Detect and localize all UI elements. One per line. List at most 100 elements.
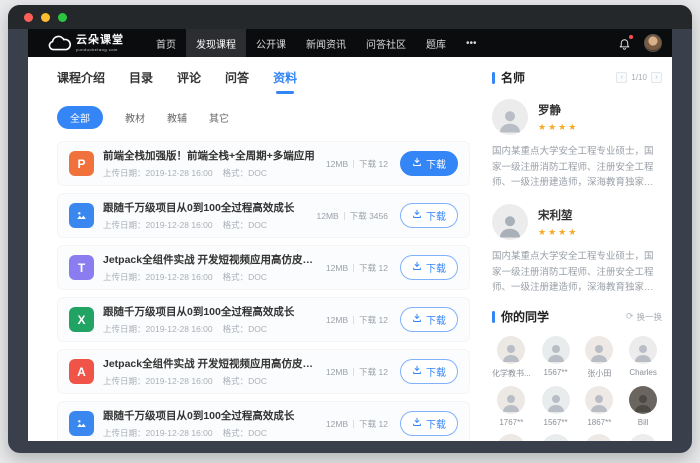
excel-file-icon: X — [69, 307, 94, 332]
file-icon-letter: T — [77, 260, 86, 275]
material-meta: 上传日期：2019-12-28 16:00 格式：DOC — [103, 323, 294, 335]
classmate-item[interactable]: 大笨狼 — [537, 434, 575, 441]
nav-item-news[interactable]: 新闻资讯 — [296, 29, 356, 57]
tab-comments[interactable]: 评论 — [177, 69, 201, 94]
material-title[interactable]: 跟随千万级项目从0到100全过程高效成长 — [103, 304, 294, 319]
format-label: 格式： — [222, 272, 249, 282]
material-info: 跟随千万级项目从0到100全过程高效成长 上传日期：2019-12-28 16:… — [103, 304, 294, 335]
material-stats: 12MB 下载 12 — [326, 418, 388, 430]
classmate-name: 1567** — [543, 418, 568, 428]
nav-item-question-bank[interactable]: 题库 — [416, 29, 456, 57]
tab-qa[interactable]: 问答 — [225, 69, 249, 94]
download-icon — [412, 209, 422, 222]
nav-item-home[interactable]: 首页 — [146, 29, 186, 57]
format-label: 格式： — [222, 220, 249, 230]
notification-dot — [629, 34, 633, 39]
download-button[interactable]: 下载 — [400, 307, 458, 332]
user-avatar[interactable] — [644, 34, 662, 52]
nav-item-qa-community[interactable]: 问答社区 — [356, 29, 416, 57]
tab-course-intro[interactable]: 课程介绍 — [57, 69, 105, 94]
app-logo[interactable]: 云朵课堂 yunduoketang.com — [46, 34, 124, 52]
nav-item-discover-courses[interactable]: 发现课程 — [186, 29, 246, 57]
material-title[interactable]: 前端全栈加强版！前端全栈+全周期+多端应用 — [103, 148, 315, 163]
filter-other[interactable]: 其它 — [209, 110, 229, 125]
refresh-classmates-button[interactable]: ⟳ 换一换 — [626, 311, 662, 323]
material-title[interactable]: 跟随千万级项目从0到100全过程高效成长 — [103, 200, 294, 215]
download-button[interactable]: 下载 — [400, 255, 458, 280]
upload-date-label: 上传日期： — [103, 324, 146, 334]
classmate-name: Charles — [629, 368, 657, 378]
classmates-title: 你的同学 — [501, 310, 550, 325]
material-title[interactable]: Jetpack全组件实战 开发短视频应用高仿皮皮虾App — [103, 252, 318, 267]
filter-teaching-aid[interactable]: 教辅 — [167, 110, 187, 125]
teachers-pager: ‹ 1/10 › — [616, 72, 662, 83]
pager-prev-icon[interactable]: ‹ — [616, 72, 628, 83]
maximize-window-button[interactable] — [58, 12, 67, 22]
format-label: 格式： — [222, 168, 249, 178]
material-row: P 前端全栈加强版！前端全栈+全周期+多端应用 上传日期：2019-12-28 … — [57, 141, 470, 186]
classmate-item[interactable]: 1867** — [580, 386, 618, 427]
classmate-item[interactable]: 1567** — [537, 336, 575, 379]
nav-item-more[interactable]: ••• — [456, 29, 487, 57]
upload-date-label: 上传日期： — [103, 220, 146, 230]
upload-date: 2019-12-28 16:00 — [145, 376, 213, 386]
download-button[interactable]: 下载 — [400, 411, 458, 436]
stats-divider — [353, 315, 355, 324]
stats-divider — [343, 211, 345, 220]
pager-next-icon[interactable]: › — [651, 72, 662, 83]
material-info: Jetpack全组件实战 开发短视频应用高仿皮皮虾App 上传日期：2019-1… — [103, 252, 318, 283]
pdf-file-icon: A — [69, 359, 94, 384]
stats-divider — [353, 159, 355, 168]
download-button[interactable]: 下载 — [400, 151, 458, 176]
classmate-item[interactable]: Summers — [580, 434, 618, 441]
materials-panel: 课程介绍 目录 评论 问答 资料 全部 教材 教辅 其它 P 前端全栈加强版！前… — [57, 57, 470, 441]
teacher-name[interactable]: 罗静 — [538, 102, 578, 118]
classmate-item[interactable]: 小熊熊 — [492, 434, 531, 441]
format-value: DOC — [248, 428, 268, 438]
material-meta: 上传日期：2019-12-28 16:00 格式：DOC — [103, 375, 318, 387]
material-meta: 上传日期：2019-12-28 16:00 格式：DOC — [103, 219, 294, 231]
classmate-item[interactable]: 化学教书... — [492, 336, 531, 379]
filter-textbook[interactable]: 教材 — [125, 110, 145, 125]
teacher-name[interactable]: 宋利堃 — [538, 207, 578, 223]
classmate-avatar — [497, 386, 526, 415]
classmate-item[interactable]: 1567** — [537, 386, 575, 427]
classmate-avatar — [629, 434, 658, 441]
teacher-description: 国内某重点大学安全工程专业硕士，国家一级注册消防工程师、注册安全工程师、一级注册… — [492, 146, 654, 189]
material-stats: 12MB 下载 12 — [326, 158, 388, 170]
material-row: 跟随千万级项目从0到100全过程高效成长 上传日期：2019-12-28 16:… — [57, 193, 470, 238]
classmate-name: 1767** — [499, 418, 524, 428]
teacher-avatar[interactable] — [492, 204, 528, 241]
classmate-item[interactable]: 张小田 — [580, 336, 618, 379]
download-icon — [412, 365, 422, 378]
classmate-item[interactable]: 1767** — [492, 386, 531, 427]
download-button[interactable]: 下载 — [400, 203, 458, 228]
nav-item-open-class[interactable]: 公开课 — [246, 29, 296, 57]
classmates-section: 你的同学 ⟳ 换一换 化学教书... 1567** 张小田 Charles 17… — [492, 308, 662, 441]
notification-bell-icon[interactable] — [618, 34, 633, 50]
download-button[interactable]: 下载 — [400, 359, 458, 384]
download-label: 下载 — [426, 264, 446, 275]
material-title[interactable]: Jetpack全组件实战 开发短视频应用高仿皮皮虾App — [103, 356, 318, 371]
format-label: 格式： — [222, 428, 249, 438]
cloud-logo-icon — [46, 35, 72, 52]
tab-catalog[interactable]: 目录 — [129, 69, 153, 94]
material-row: A Jetpack全组件实战 开发短视频应用高仿皮皮虾App 上传日期：2019… — [57, 349, 470, 394]
classmate-item[interactable]: 九爷阿旦 — [624, 434, 662, 441]
classmate-item[interactable]: Charles — [624, 336, 662, 379]
close-window-button[interactable] — [24, 12, 33, 22]
teacher-avatar[interactable] — [492, 99, 528, 135]
logo-text: 云朵课堂 yunduoketang.com — [76, 34, 124, 52]
minimize-window-button[interactable] — [41, 12, 50, 22]
section-accent-bar — [492, 71, 495, 84]
material-title[interactable]: 跟随千万级项目从0到100全过程高效成长 — [103, 408, 294, 423]
download-icon — [412, 157, 422, 170]
filter-all[interactable]: 全部 — [57, 106, 103, 129]
classmate-name: 1567** — [543, 368, 568, 378]
page: { "colors": { "accent": "#3485f6", "star… — [0, 0, 700, 463]
upload-date: 2019-12-28 16:00 — [145, 324, 213, 334]
classmate-avatar — [629, 386, 658, 415]
tab-materials[interactable]: 资料 — [273, 69, 297, 94]
classmate-item[interactable]: Bill — [624, 386, 662, 427]
upload-date: 2019-12-28 16:00 — [145, 272, 213, 282]
